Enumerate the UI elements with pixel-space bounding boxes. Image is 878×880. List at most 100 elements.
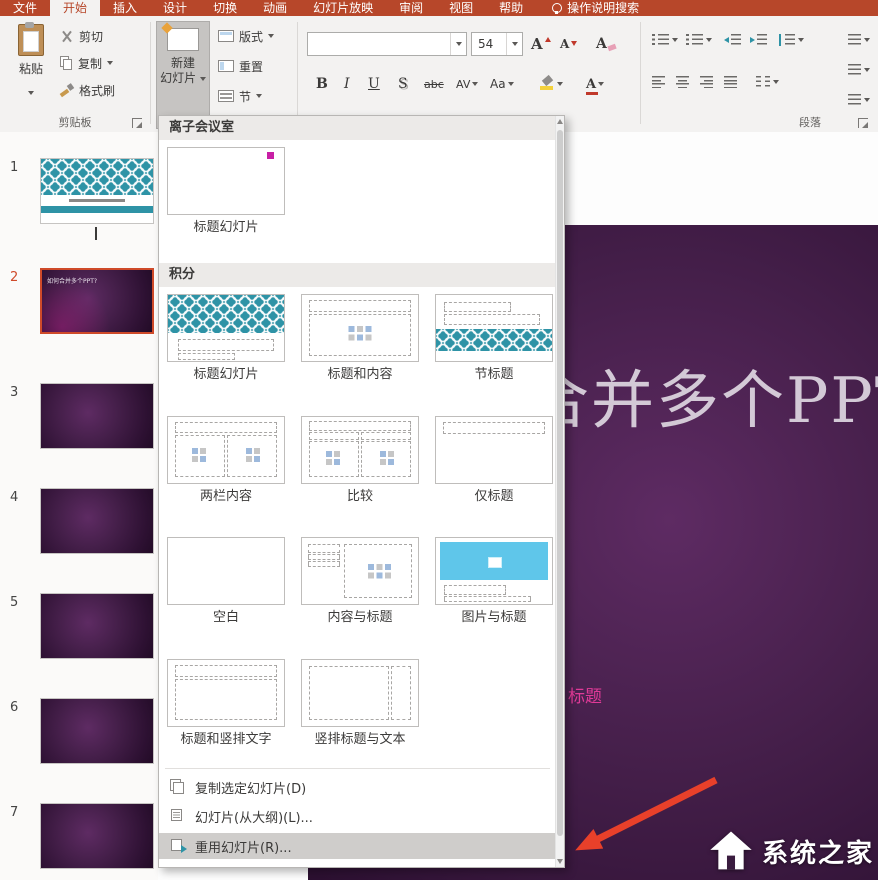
columns-icon: [756, 76, 770, 88]
new-slide-button[interactable]: 新建 幻灯片: [156, 21, 210, 129]
bullets-button[interactable]: [652, 30, 678, 50]
increase-indent-button[interactable]: [750, 30, 767, 50]
slide-3-thumbnail[interactable]: [40, 383, 154, 449]
clipboard-dialog-launcher-icon[interactable]: [132, 118, 142, 128]
columns-button[interactable]: [756, 72, 779, 92]
layout-thumbnail: [301, 294, 419, 362]
increase-font-size-button[interactable]: A: [531, 32, 551, 56]
change-case-button[interactable]: Aa: [490, 72, 514, 96]
decrease-font-size-button[interactable]: A: [560, 32, 577, 56]
convert-smartart-button[interactable]: [848, 90, 870, 110]
slide-6-thumbnail[interactable]: [40, 698, 154, 764]
decrease-font-icon: A: [560, 37, 577, 51]
layout-option-two-content[interactable]: 两栏内容: [167, 416, 285, 505]
align-right-button[interactable]: [700, 72, 713, 92]
decrease-indent-button[interactable]: [724, 30, 741, 50]
align-center-icon: [676, 76, 689, 88]
tab-view[interactable]: 视图: [436, 0, 486, 16]
section-icon: [218, 90, 234, 102]
scrollbar-thumb[interactable]: [557, 130, 563, 836]
lightbulb-icon: [552, 3, 562, 13]
slide-insert-caret: [95, 227, 97, 240]
justify-button[interactable]: [724, 72, 737, 92]
slide-item-3[interactable]: 3: [0, 383, 158, 451]
text-shadow-button[interactable]: S: [398, 72, 408, 96]
menu-item-reuse-slides[interactable]: 重用幻灯片(R)...: [159, 833, 555, 859]
slide-item-1[interactable]: 1: [0, 158, 158, 226]
slide-item-5[interactable]: 5: [0, 593, 158, 661]
format-painter-button[interactable]: 格式刷: [60, 80, 115, 100]
tab-help[interactable]: 帮助: [486, 0, 536, 16]
line-spacing-button[interactable]: [778, 30, 804, 50]
paste-button[interactable]: 粘贴: [8, 22, 54, 118]
tell-me-search[interactable]: 操作说明搜索: [552, 0, 639, 16]
tab-insert[interactable]: 插入: [100, 0, 150, 16]
layout-option-title-and-content[interactable]: 标题和内容: [301, 294, 419, 383]
paragraph-dialog-launcher-icon[interactable]: [858, 118, 868, 128]
dropdown-scrollbar[interactable]: [555, 116, 564, 867]
slide-7-thumbnail[interactable]: [40, 803, 154, 869]
layout-thumbnail: [167, 659, 285, 727]
text-highlight-button[interactable]: [540, 72, 563, 96]
slide-item-6[interactable]: 6: [0, 698, 158, 766]
slide-item-2[interactable]: 2 如何合并多个PPT?: [0, 268, 158, 336]
scroll-down-icon[interactable]: [557, 859, 563, 864]
underline-button[interactable]: U: [368, 72, 380, 96]
increase-indent-icon: [750, 34, 767, 46]
layout-option-picture-with-caption[interactable]: 图片与标题: [435, 537, 553, 626]
slide-4-thumbnail[interactable]: [40, 488, 154, 554]
font-name-combobox[interactable]: [307, 32, 467, 56]
slide-subtitle-text[interactable]: 标题: [568, 682, 602, 707]
tab-file[interactable]: 文件: [0, 0, 50, 16]
layout-option-content-with-caption[interactable]: 内容与标题: [301, 537, 419, 626]
text-direction-button[interactable]: [848, 30, 870, 50]
cut-button[interactable]: 剪切: [60, 26, 103, 46]
tab-home[interactable]: 开始: [50, 0, 100, 16]
menu-item-slides-from-outline[interactable]: 幻灯片(从大纲)(L)...: [159, 803, 555, 829]
italic-button[interactable]: I: [344, 72, 350, 96]
tab-animations[interactable]: 动画: [250, 0, 300, 16]
section-button[interactable]: 节: [218, 86, 262, 106]
layout-option-ion-title-slide[interactable]: 标题幻灯片: [167, 147, 285, 236]
font-color-button[interactable]: A: [586, 72, 604, 96]
layout-option-blank[interactable]: 空白: [167, 537, 285, 626]
tab-design[interactable]: 设计: [150, 0, 200, 16]
menu-item-duplicate-selected-slides[interactable]: 复制选定幻灯片(D): [159, 774, 555, 800]
chevron-down-icon: [706, 38, 712, 42]
font-size-combobox[interactable]: 54: [471, 32, 523, 56]
powerpoint-window: 文件 开始 插入 设计 切换 动画 幻灯片放映 审阅 视图 帮助 操作说明搜索 …: [0, 0, 878, 880]
reset-button[interactable]: 重置: [218, 56, 263, 76]
scroll-up-icon[interactable]: [557, 119, 563, 124]
clear-formatting-button[interactable]: A: [596, 32, 615, 56]
align-center-button[interactable]: [676, 72, 689, 92]
layout-option-vertical-title-and-text[interactable]: 竖排标题与文本: [301, 659, 419, 748]
layout-option-comparison[interactable]: 比较: [301, 416, 419, 505]
theme-section-header-ion: 离子会议室: [159, 116, 555, 140]
slide-1-thumbnail[interactable]: [40, 158, 154, 224]
layout-button[interactable]: 版式: [218, 26, 274, 46]
slide-number: 6: [10, 700, 18, 715]
slide-5-thumbnail[interactable]: [40, 593, 154, 659]
bold-button[interactable]: B: [316, 72, 328, 96]
slide-item-7[interactable]: 7: [0, 803, 158, 871]
numbering-button[interactable]: [686, 30, 712, 50]
strikethrough-button[interactable]: abc: [424, 72, 444, 96]
copy-button[interactable]: 复制: [60, 53, 113, 73]
bullet-list-icon: [652, 34, 669, 46]
layout-option-section-header[interactable]: 节标题: [435, 294, 553, 383]
tab-transitions[interactable]: 切换: [200, 0, 250, 16]
slide-2-thumbnail[interactable]: 如何合并多个PPT?: [40, 268, 154, 334]
character-spacing-button[interactable]: AV: [456, 72, 478, 96]
layout-option-title-and-vertical-text[interactable]: 标题和竖排文字: [167, 659, 285, 748]
tab-slideshow[interactable]: 幻灯片放映: [300, 0, 386, 16]
brush-icon: [60, 83, 74, 97]
layout-option-title-only[interactable]: 仅标题: [435, 416, 553, 505]
align-text-button[interactable]: [848, 60, 870, 80]
reset-slide-icon: [218, 60, 234, 72]
tab-review[interactable]: 审阅: [386, 0, 436, 16]
slide-item-4[interactable]: 4: [0, 488, 158, 556]
chevron-down-icon: [107, 61, 113, 65]
layout-option-title-slide[interactable]: 标题幻灯片: [167, 294, 285, 383]
align-left-button[interactable]: [652, 72, 665, 92]
tell-me-label: 操作说明搜索: [567, 0, 639, 16]
